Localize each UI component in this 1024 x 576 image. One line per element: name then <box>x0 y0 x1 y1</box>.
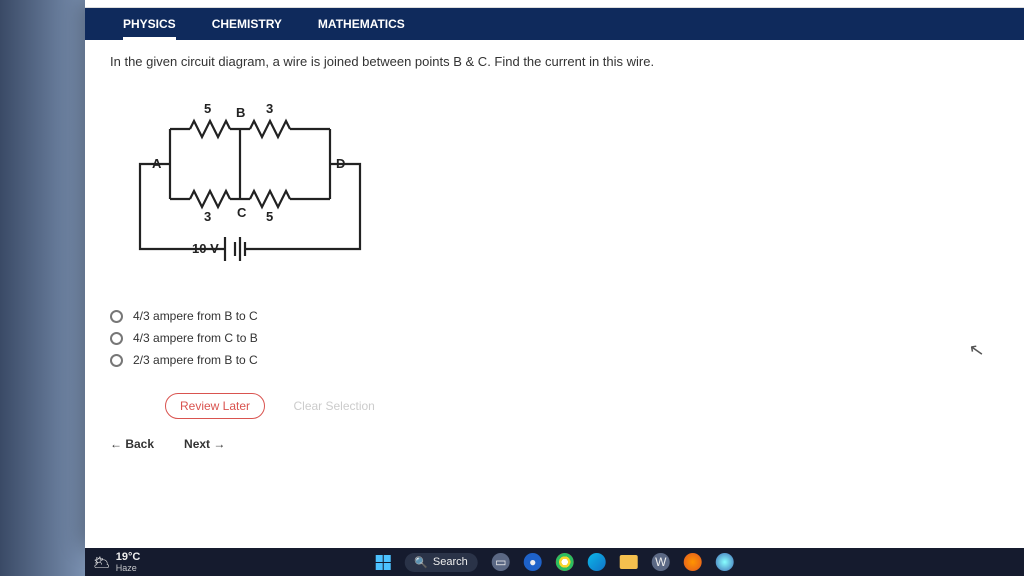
option-2[interactable]: 4/3 ampere from C to B <box>110 331 999 345</box>
svg-text:5: 5 <box>204 101 211 116</box>
option-label: 4/3 ampere from C to B <box>133 331 258 345</box>
next-button[interactable]: Next → <box>184 437 225 451</box>
explorer-icon[interactable] <box>620 555 638 569</box>
task-view-icon[interactable]: ▭ <box>492 553 510 571</box>
radio-icon <box>110 332 123 345</box>
search-input[interactable]: 🔍 Search <box>404 553 478 572</box>
answer-options: 4/3 ampere from B to C 4/3 ampere from C… <box>110 309 999 367</box>
subject-tabs: PHYSICS CHEMISTRY MATHEMATICS <box>85 8 1024 40</box>
radio-icon <box>110 354 123 367</box>
search-icon: 🔍 <box>414 556 428 569</box>
chrome-icon[interactable] <box>556 553 574 571</box>
tab-mathematics[interactable]: MATHEMATICS <box>300 8 423 40</box>
tab-chemistry[interactable]: CHEMISTRY <box>194 8 300 40</box>
weather-widget[interactable]: 🌥 19°C Haze <box>93 551 140 573</box>
option-1[interactable]: 4/3 ampere from B to C <box>110 309 999 323</box>
option-3[interactable]: 2/3 ampere from B to C <box>110 353 999 367</box>
svg-text:B: B <box>236 105 245 120</box>
review-later-button[interactable]: Review Later <box>165 393 265 419</box>
app-icon[interactable]: ● <box>524 553 542 571</box>
radio-icon <box>110 310 123 323</box>
weather-icon: 🌥 <box>93 554 111 571</box>
edge-icon[interactable] <box>588 553 606 571</box>
option-label: 4/3 ampere from B to C <box>133 309 258 323</box>
svg-text:3: 3 <box>266 101 273 116</box>
svg-text:A: A <box>152 156 162 171</box>
start-button[interactable] <box>375 555 390 570</box>
svg-text:3: 3 <box>204 209 211 224</box>
option-label: 2/3 ampere from B to C <box>133 353 258 367</box>
firefox-icon[interactable] <box>684 553 702 571</box>
copilot-icon[interactable] <box>716 553 734 571</box>
svg-text:5: 5 <box>266 209 273 224</box>
back-button[interactable]: ← Back <box>110 437 154 451</box>
clear-selection-button[interactable]: Clear Selection <box>279 394 388 418</box>
question-text: In the given circuit diagram, a wire is … <box>110 54 999 69</box>
svg-text:D: D <box>336 156 345 171</box>
circuit-diagram: 5 B 3 A D 3 C 5 10 V <box>130 89 390 289</box>
svg-text:C: C <box>237 205 247 220</box>
taskbar: 🌥 19°C Haze 🔍 Search ▭ ● W <box>85 548 1024 576</box>
app-icon-2[interactable]: W <box>652 553 670 571</box>
tab-physics[interactable]: PHYSICS <box>105 8 194 40</box>
cursor-icon: ↖ <box>967 339 986 362</box>
svg-text:10 V: 10 V <box>192 241 219 256</box>
